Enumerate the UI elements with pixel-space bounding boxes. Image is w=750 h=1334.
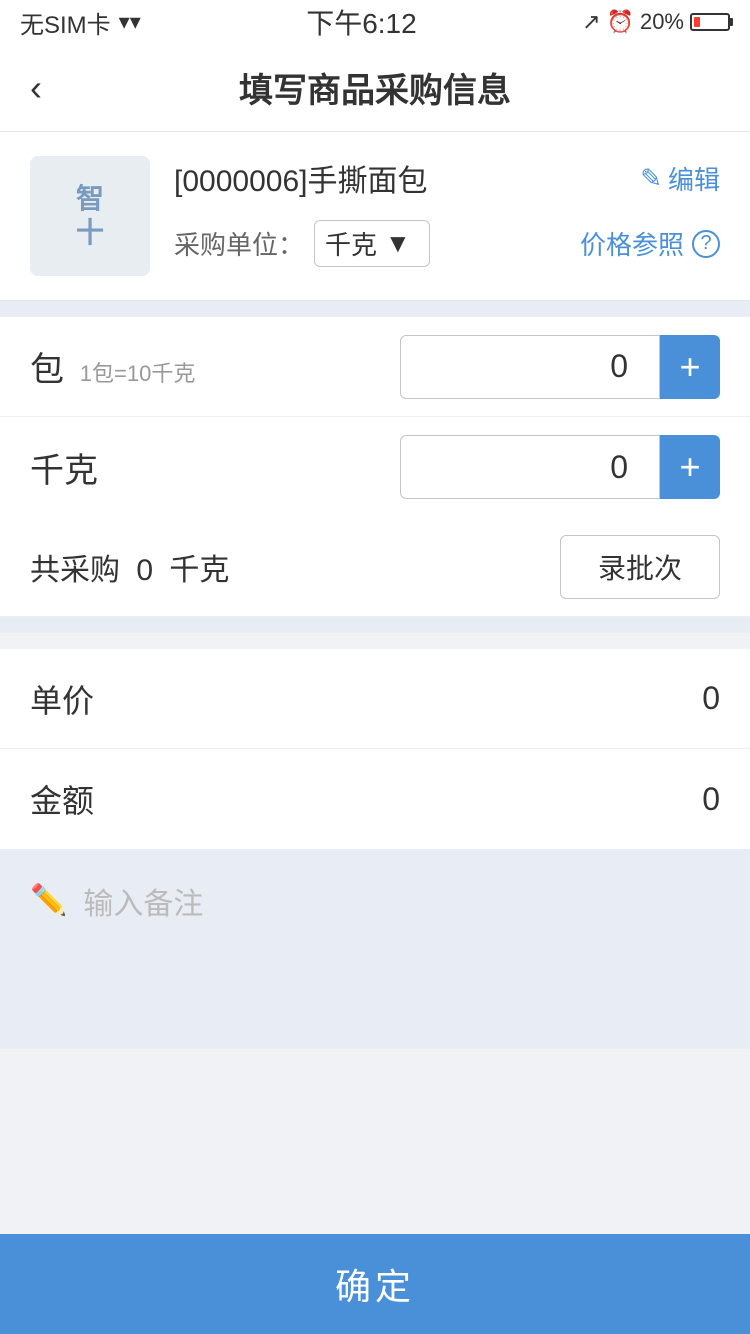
input-row-bag: 包 1包=10千克 + (0, 317, 750, 417)
product-name-row: [0000006]手撕面包 ✎ 编辑 (174, 156, 720, 200)
price-amount-section: 单价 0 金额 0 (0, 649, 750, 849)
battery-percent: 20% (640, 9, 684, 35)
product-info: [0000006]手撕面包 ✎ 编辑 采购单位： 千克 ▼ 价格参照 ? (174, 156, 720, 267)
dropdown-icon: ▼ (385, 228, 411, 259)
pencil-icon: ✏️ (30, 883, 67, 918)
info-icon: ? (692, 230, 720, 258)
status-time: 下午6:12 (306, 2, 417, 42)
battery-icon (690, 13, 730, 31)
status-left: 无SIM卡 ▾▾ (20, 5, 141, 40)
unit-price-label: 单价 (30, 676, 94, 722)
product-logo: 智 十 (76, 182, 104, 249)
product-name: [0000006]手撕面包 (174, 156, 427, 200)
total-text: 共采购 0 千克 (30, 545, 229, 589)
product-image: 智 十 (30, 156, 150, 276)
product-card: 智 十 [0000006]手撕面包 ✎ 编辑 采购单位： 千克 ▼ (0, 132, 750, 301)
status-right: ↗ ⏰ 20% (582, 9, 730, 35)
total-row: 共采购 0 千克 录批次 (0, 517, 750, 617)
total-value: 0 (136, 554, 153, 587)
unit-price-row: 单价 0 (0, 649, 750, 749)
edit-button[interactable]: ✎ 编辑 (640, 160, 720, 197)
page-title: 填写商品采购信息 (239, 63, 511, 112)
wifi-icon: ▾▾ (119, 9, 141, 35)
unit-select[interactable]: 千克 ▼ (314, 220, 430, 267)
notes-section[interactable]: ✏️ 输入备注 (0, 849, 750, 1049)
input-section: 包 1包=10千克 + 千克 + (0, 317, 750, 517)
confirm-button[interactable]: 确定 (0, 1234, 750, 1334)
section-divider-1 (0, 301, 750, 317)
kg-plus-button[interactable]: + (660, 435, 720, 499)
amount-value: 0 (702, 781, 720, 818)
back-button[interactable]: ‹ (30, 67, 42, 109)
kg-input-wrap: + (150, 435, 720, 499)
input-row-kg: 千克 + (0, 417, 750, 517)
bag-label: 包 1包=10千克 (30, 342, 195, 391)
status-bar: 无SIM卡 ▾▾ 下午6:12 ↗ ⏰ 20% (0, 0, 750, 44)
alarm-icon: ⏰ (607, 9, 634, 35)
kg-label: 千克 (30, 443, 150, 492)
location-icon: ↗ (582, 9, 600, 35)
carrier-label: 无SIM卡 (20, 5, 111, 40)
section-divider-2 (0, 617, 750, 633)
main-content: 智 十 [0000006]手撕面包 ✎ 编辑 采购单位： 千克 ▼ (0, 132, 750, 1149)
unit-selector-group: 采购单位： 千克 ▼ (174, 220, 430, 267)
notes-placeholder: 输入备注 (83, 879, 203, 923)
price-ref-button[interactable]: 价格参照 ? (580, 225, 720, 262)
bag-input-wrap: + (195, 335, 720, 399)
kg-quantity-input[interactable] (400, 435, 660, 499)
bag-quantity-input[interactable] (400, 335, 660, 399)
product-unit-row: 采购单位： 千克 ▼ 价格参照 ? (174, 220, 720, 267)
bag-plus-button[interactable]: + (660, 335, 720, 399)
nav-bar: ‹ 填写商品采购信息 (0, 44, 750, 132)
record-batch-button[interactable]: 录批次 (560, 535, 720, 599)
edit-icon: ✎ (640, 163, 662, 194)
amount-label: 金额 (30, 776, 94, 822)
unit-price-value: 0 (702, 680, 720, 717)
unit-label: 采购单位： (174, 225, 304, 262)
amount-row: 金额 0 (0, 749, 750, 849)
